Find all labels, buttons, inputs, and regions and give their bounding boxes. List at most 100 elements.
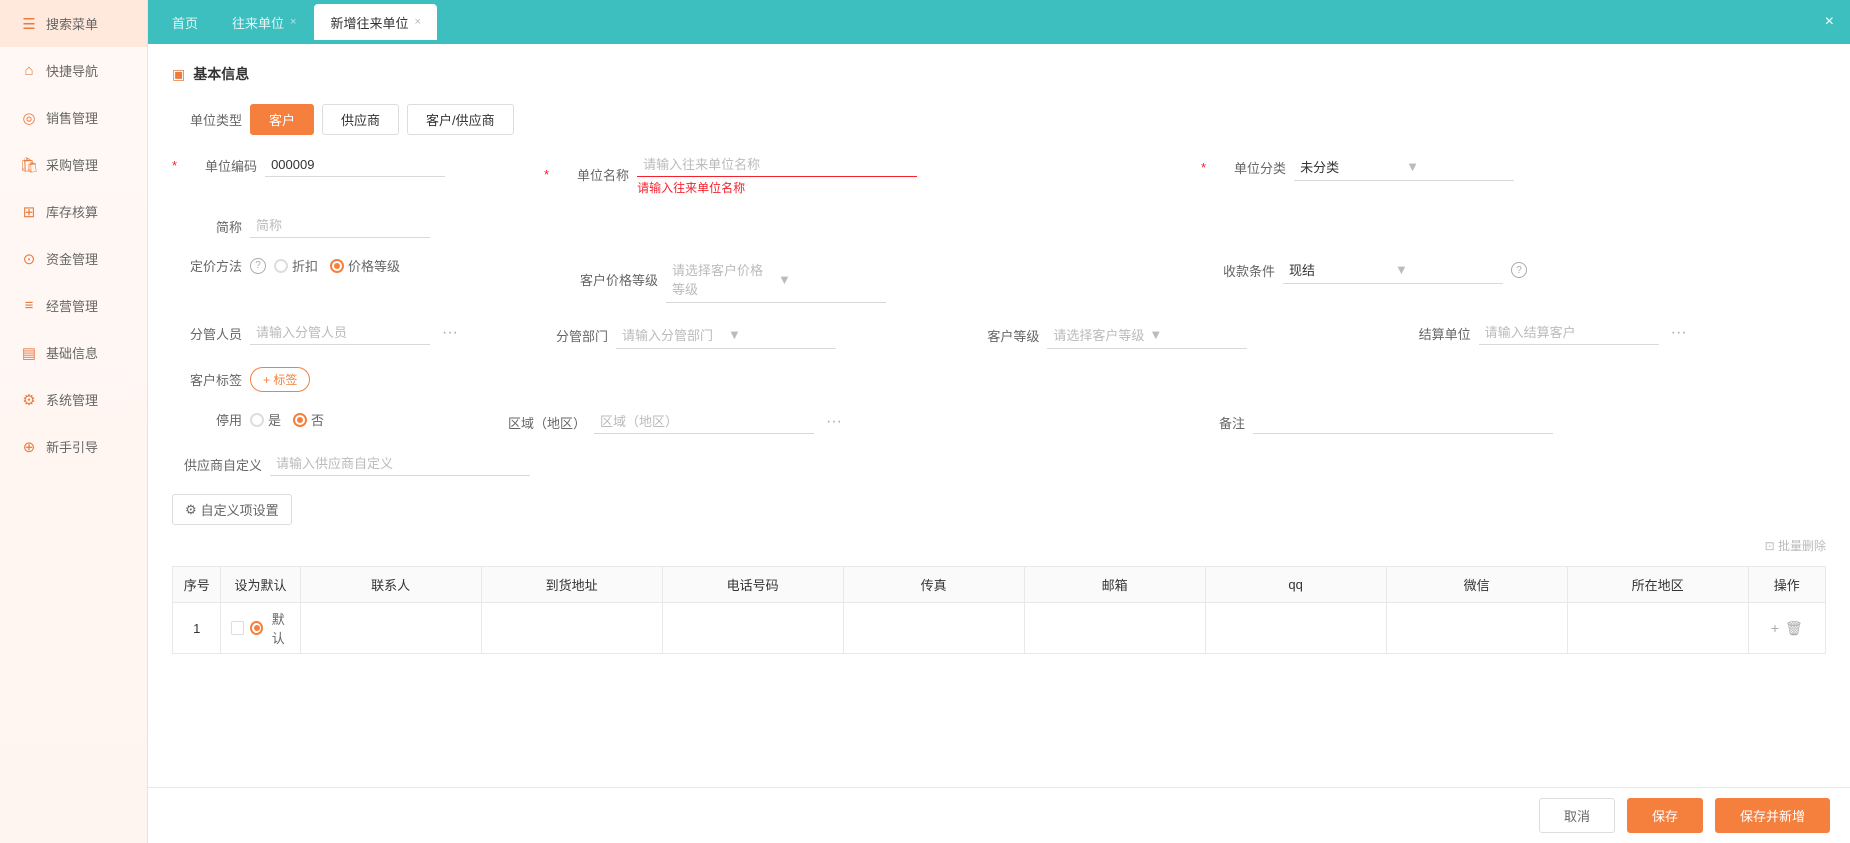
sidebar-item-label: 采购管理 bbox=[46, 155, 98, 174]
unit-btn-customer[interactable]: 客户 bbox=[250, 104, 314, 135]
unit-btn-both[interactable]: 客户/供应商 bbox=[407, 104, 514, 135]
sidebar-item-basic[interactable]: ▤ 基础信息 bbox=[0, 329, 147, 376]
price-level-select[interactable]: 请选择客户价格等级 ▼ bbox=[666, 256, 886, 303]
radio-circle-price-level bbox=[330, 259, 344, 273]
manager-more-btn[interactable]: ··· bbox=[438, 324, 462, 342]
batch-delete-icon: ⊡ bbox=[1765, 539, 1775, 553]
col-qq: qq bbox=[1205, 567, 1386, 603]
cell-wechat[interactable] bbox=[1386, 603, 1567, 654]
remark-label: 备注 bbox=[1175, 413, 1245, 432]
sidebar-item-search[interactable]: ☰ 搜索菜单 bbox=[0, 0, 147, 47]
cell-region[interactable] bbox=[1567, 603, 1748, 654]
pricing-radio-group: 折扣 价格等级 bbox=[274, 256, 400, 275]
unit-btn-supplier[interactable]: 供应商 bbox=[322, 104, 399, 135]
tag-row: 客户标签 + 标签 bbox=[172, 367, 1826, 392]
unit-name-input[interactable] bbox=[637, 153, 917, 177]
payment-terms-col: 收款条件 现结 ▼ ? bbox=[1189, 256, 1826, 284]
cancel-button[interactable]: 取消 bbox=[1539, 798, 1615, 833]
radio-discount[interactable]: 折扣 bbox=[274, 256, 318, 275]
tab-bar-close[interactable]: × bbox=[1817, 13, 1842, 31]
disable-row: 停用 是 否 区域（地区） ··· bbox=[172, 410, 1826, 434]
custom-settings-button[interactable]: ⚙ 自定义项设置 bbox=[172, 494, 292, 525]
remark-input[interactable] bbox=[1253, 410, 1553, 434]
sidebar-item-quick-nav[interactable]: ⌂ 快捷导航 bbox=[0, 47, 147, 94]
pricing-help-icon[interactable]: ? bbox=[250, 258, 266, 274]
unit-type-buttons: 客户 供应商 客户/供应商 bbox=[250, 104, 514, 135]
add-tag-button[interactable]: + 标签 bbox=[250, 367, 310, 392]
row-checkbox[interactable] bbox=[231, 621, 244, 635]
save-button[interactable]: 保存 bbox=[1627, 798, 1703, 833]
unit-category-select[interactable]: 未分类 ▼ bbox=[1294, 153, 1514, 181]
dept-select[interactable]: 请输入分管部门 ▼ bbox=[616, 321, 836, 349]
payment-help-icon[interactable]: ? bbox=[1511, 262, 1527, 278]
radio-price-level[interactable]: 价格等级 bbox=[330, 256, 400, 275]
email-input[interactable] bbox=[1035, 617, 1195, 640]
cell-fax[interactable] bbox=[843, 603, 1024, 654]
gear-icon: ⚙ bbox=[185, 502, 197, 518]
sidebar-item-sales[interactable]: ◎ 销售管理 bbox=[0, 94, 147, 141]
wechat-input[interactable] bbox=[1397, 617, 1557, 640]
sidebar-item-finance[interactable]: ⊙ 资金管理 bbox=[0, 235, 147, 282]
save-new-button[interactable]: 保存并新增 bbox=[1715, 798, 1830, 833]
tab-close-partners[interactable]: × bbox=[290, 16, 296, 28]
finance-icon: ⊙ bbox=[20, 250, 38, 268]
guide-icon: ⊕ bbox=[20, 438, 38, 456]
customer-level-select[interactable]: 请选择客户等级 ▼ bbox=[1047, 321, 1247, 349]
region-input[interactable] bbox=[594, 410, 814, 434]
cell-qq[interactable] bbox=[1205, 603, 1386, 654]
sidebar-item-label: 快捷导航 bbox=[46, 61, 98, 80]
supplier-custom-label: 供应商自定义 bbox=[172, 455, 262, 474]
sidebar-item-label: 搜索菜单 bbox=[46, 14, 98, 33]
settlement-more-btn[interactable]: ··· bbox=[1667, 324, 1691, 342]
address-input[interactable] bbox=[492, 617, 652, 640]
cell-email[interactable] bbox=[1024, 603, 1205, 654]
manager-col: 分管人员 ··· bbox=[172, 321, 532, 345]
add-row-icon[interactable]: + bbox=[1771, 620, 1779, 637]
tab-home[interactable]: 首页 bbox=[156, 4, 214, 40]
sidebar-item-purchase[interactable]: 🛍 采购管理 bbox=[0, 141, 147, 188]
payment-terms-select[interactable]: 现结 ▼ bbox=[1283, 256, 1503, 284]
region-more-btn[interactable]: ··· bbox=[822, 413, 846, 431]
tab-partners[interactable]: 往来单位 × bbox=[216, 4, 312, 40]
cell-default: 默认 bbox=[221, 603, 300, 654]
qq-input[interactable] bbox=[1216, 617, 1376, 640]
sidebar-item-guide[interactable]: ⊕ 新手引导 bbox=[0, 423, 147, 470]
radio-disable-yes[interactable]: 是 bbox=[250, 410, 281, 429]
category-arrow: ▼ bbox=[1406, 159, 1508, 174]
sidebar-item-operations[interactable]: ≡ 经营管理 bbox=[0, 282, 147, 329]
tab-close-new-partner[interactable]: × bbox=[414, 16, 420, 28]
contacts-table: 序号 设为默认 联系人 到货地址 电话号码 传真 邮箱 qq 微信 所在地区 操… bbox=[172, 566, 1826, 654]
cell-address[interactable] bbox=[481, 603, 662, 654]
sidebar-item-system[interactable]: ⚙ 系统管理 bbox=[0, 376, 147, 423]
abbr-input[interactable] bbox=[250, 214, 430, 238]
fax-input[interactable] bbox=[854, 617, 1014, 640]
customer-level-placeholder: 请选择客户等级 bbox=[1053, 325, 1145, 344]
section-icon: ▣ bbox=[172, 66, 185, 83]
sidebar-item-label: 经营管理 bbox=[46, 296, 98, 315]
tab-new-partner[interactable]: 新增往来单位 × bbox=[314, 4, 436, 40]
supplier-custom-input[interactable] bbox=[270, 452, 530, 476]
radio-disable-no[interactable]: 否 bbox=[293, 410, 324, 429]
tab-bar: 首页 往来单位 × 新增往来单位 × × bbox=[148, 0, 1850, 44]
batch-delete-label[interactable]: ⊡ 批量删除 bbox=[172, 533, 1826, 558]
basic-icon: ▤ bbox=[20, 344, 38, 362]
delete-row-icon[interactable]: 🗑 bbox=[1785, 620, 1803, 637]
default-radio[interactable]: 默认 bbox=[250, 609, 289, 647]
settlement-input[interactable] bbox=[1479, 321, 1659, 345]
quick-nav-icon: ⌂ bbox=[20, 62, 38, 80]
unit-name-col: * 单位名称 请输入往来单位名称 bbox=[512, 153, 1169, 196]
phone-input[interactable] bbox=[673, 617, 833, 640]
code-name-row: * 单位编码 * 单位名称 请输入往来单位名称 * 单位分类 未分类 ▼ bbox=[172, 153, 1826, 196]
content-area: ▣ 基本信息 单位类型 客户 供应商 客户/供应商 * 单位编码 bbox=[148, 44, 1850, 787]
contact-input[interactable] bbox=[311, 617, 471, 640]
region-table-input[interactable] bbox=[1578, 617, 1738, 640]
cell-phone[interactable] bbox=[662, 603, 843, 654]
manager-row: 分管人员 ··· 分管部门 请输入分管部门 ▼ 客户等级 请选择客户等级 ▼ bbox=[172, 321, 1826, 349]
manager-input[interactable] bbox=[250, 321, 430, 345]
sidebar-item-inventory[interactable]: ⊞ 库存核算 bbox=[0, 188, 147, 235]
tab-label: 新增往来单位 bbox=[330, 13, 408, 32]
row-actions: + 🗑 bbox=[1759, 620, 1815, 637]
unit-code-input[interactable] bbox=[265, 153, 445, 177]
cell-contact[interactable] bbox=[300, 603, 481, 654]
sidebar-item-label: 资金管理 bbox=[46, 249, 98, 268]
